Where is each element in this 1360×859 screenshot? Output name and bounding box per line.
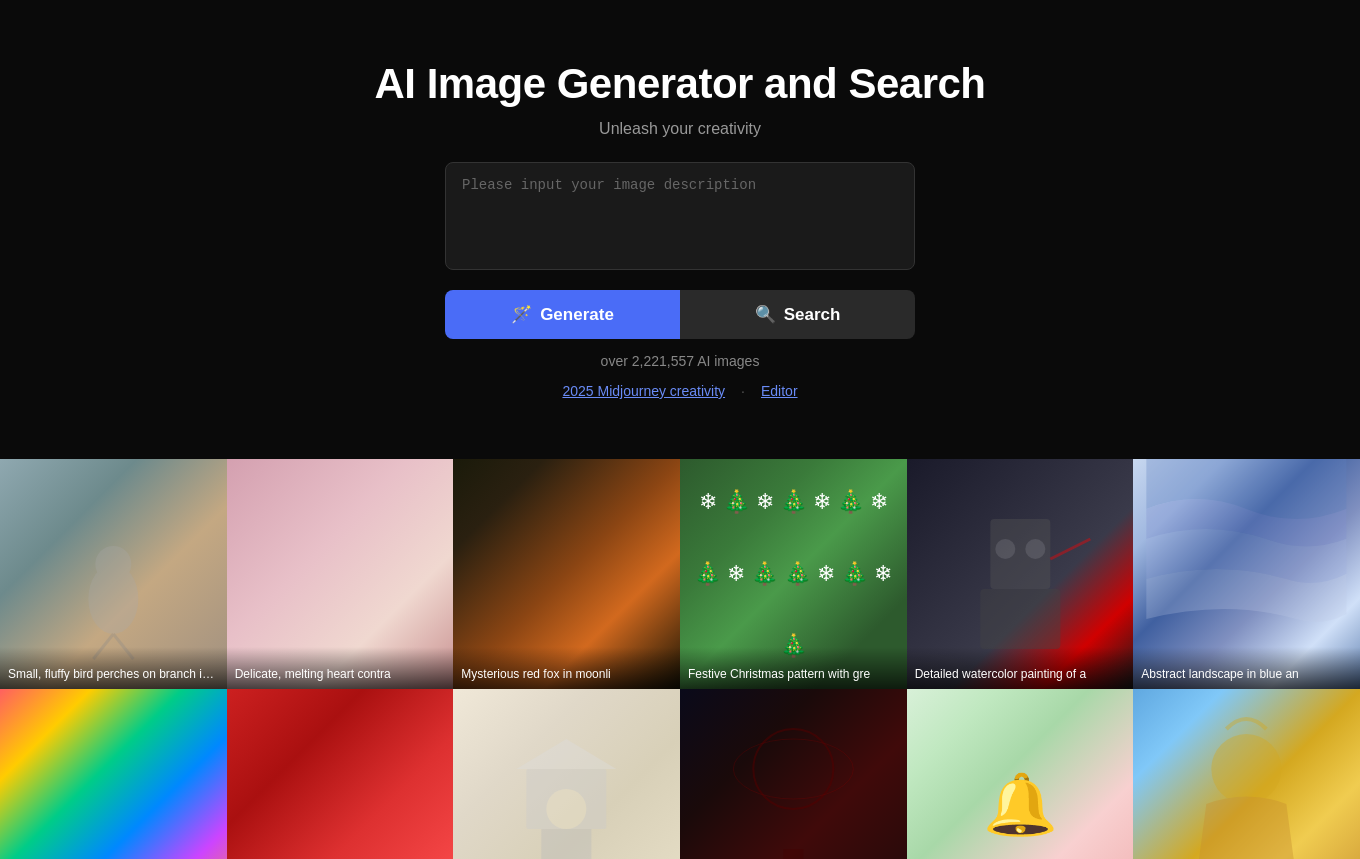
gallery-caption-christmas: Festive Christmas pattern with gre bbox=[680, 647, 907, 689]
generate-button[interactable]: 🪄 Generate bbox=[445, 290, 680, 339]
gallery-item-shocked[interactable]: Startled woman's face, sho bbox=[227, 689, 454, 859]
svg-point-1 bbox=[95, 546, 131, 582]
gallery-caption-robot: Detailed watercolor painting of a bbox=[907, 647, 1134, 689]
hero-subtitle: Unleash your creativity bbox=[599, 120, 761, 138]
page-title: AI Image Generator and Search bbox=[374, 60, 985, 108]
search-icon: 🔍 bbox=[755, 304, 776, 325]
gallery-row-2: Vibrant, abstract painting with dynamic … bbox=[0, 689, 1360, 859]
wand-icon: 🪄 bbox=[511, 304, 532, 325]
image-festive-bell: 🔔 bbox=[907, 689, 1134, 859]
gallery-item-chinese[interactable]: Detailed Chinese paper cut art de bbox=[453, 689, 680, 859]
svg-rect-5 bbox=[980, 589, 1060, 649]
midjourney-link[interactable]: 2025 Midjourney creativity bbox=[562, 383, 725, 399]
gallery-caption-fox: Mysterious red fox in moonli bbox=[453, 647, 680, 689]
image-vibrant bbox=[0, 689, 227, 859]
gallery-caption-heart: Delicate, melting heart contra bbox=[227, 647, 454, 689]
gallery-rows: Small, fluffy bird perches on branch in … bbox=[0, 459, 1360, 859]
image-lone bbox=[680, 689, 907, 859]
gallery-item-abstract-blue[interactable]: Abstract landscape in blue an bbox=[1133, 459, 1360, 689]
action-buttons: 🪄 Generate 🔍 Search bbox=[445, 290, 915, 339]
gallery-caption-abstract-blue: Abstract landscape in blue an bbox=[1133, 647, 1360, 689]
svg-rect-10 bbox=[542, 829, 592, 859]
gallery-item-robot[interactable]: Detailed watercolor painting of a bbox=[907, 459, 1134, 689]
prompt-wrapper bbox=[445, 162, 915, 274]
svg-point-7 bbox=[1025, 539, 1045, 559]
prompt-input[interactable] bbox=[445, 162, 915, 270]
svg-point-11 bbox=[547, 789, 587, 829]
gallery-item-christmas[interactable]: ❄ 🎄 ❄ 🎄 ❄ 🎄 ❄ 🎄 ❄ 🎄 🎄 ❄ 🎄 ❄ bbox=[680, 459, 907, 689]
footer-links: 2025 Midjourney creativity · Editor bbox=[562, 383, 797, 399]
svg-point-15 bbox=[1212, 734, 1282, 804]
gallery-row-1: Small, fluffy bird perches on branch in … bbox=[0, 459, 1360, 689]
gallery-item-fox[interactable]: Mysterious red fox in moonli bbox=[453, 459, 680, 689]
link-separator: · bbox=[741, 383, 745, 399]
editor-link[interactable]: Editor bbox=[761, 383, 798, 399]
svg-line-8 bbox=[1050, 539, 1090, 559]
search-button[interactable]: 🔍 Search bbox=[680, 290, 915, 339]
gallery-item-vibrant[interactable]: Vibrant, abstract painting with dynamic … bbox=[0, 689, 227, 859]
svg-point-13 bbox=[733, 739, 853, 799]
hero-section: AI Image Generator and Search Unleash yo… bbox=[0, 0, 1360, 459]
gallery-item-heart[interactable]: Delicate, melting heart contra bbox=[227, 459, 454, 689]
gallery-caption-bird: Small, fluffy bird perches on branch in … bbox=[0, 647, 227, 689]
svg-point-12 bbox=[753, 729, 833, 809]
gallery-item-festive-bell[interactable]: 🔔 Festive Christmas scene with bbox=[907, 689, 1134, 859]
gallery-section: Small, fluffy bird perches on branch in … bbox=[0, 459, 1360, 859]
image-count: over 2,221,557 AI images bbox=[601, 353, 760, 369]
image-buddha bbox=[1133, 689, 1360, 859]
svg-point-6 bbox=[995, 539, 1015, 559]
gallery-item-bird[interactable]: Small, fluffy bird perches on branch in … bbox=[0, 459, 227, 689]
gallery-item-buddha[interactable]: Majestic golden Buddha sta bbox=[1133, 689, 1360, 859]
image-shocked bbox=[227, 689, 454, 859]
gallery-item-lone[interactable]: Lone figure, spacecraft, myste bbox=[680, 689, 907, 859]
svg-rect-14 bbox=[783, 849, 803, 859]
image-chinese bbox=[453, 689, 680, 859]
